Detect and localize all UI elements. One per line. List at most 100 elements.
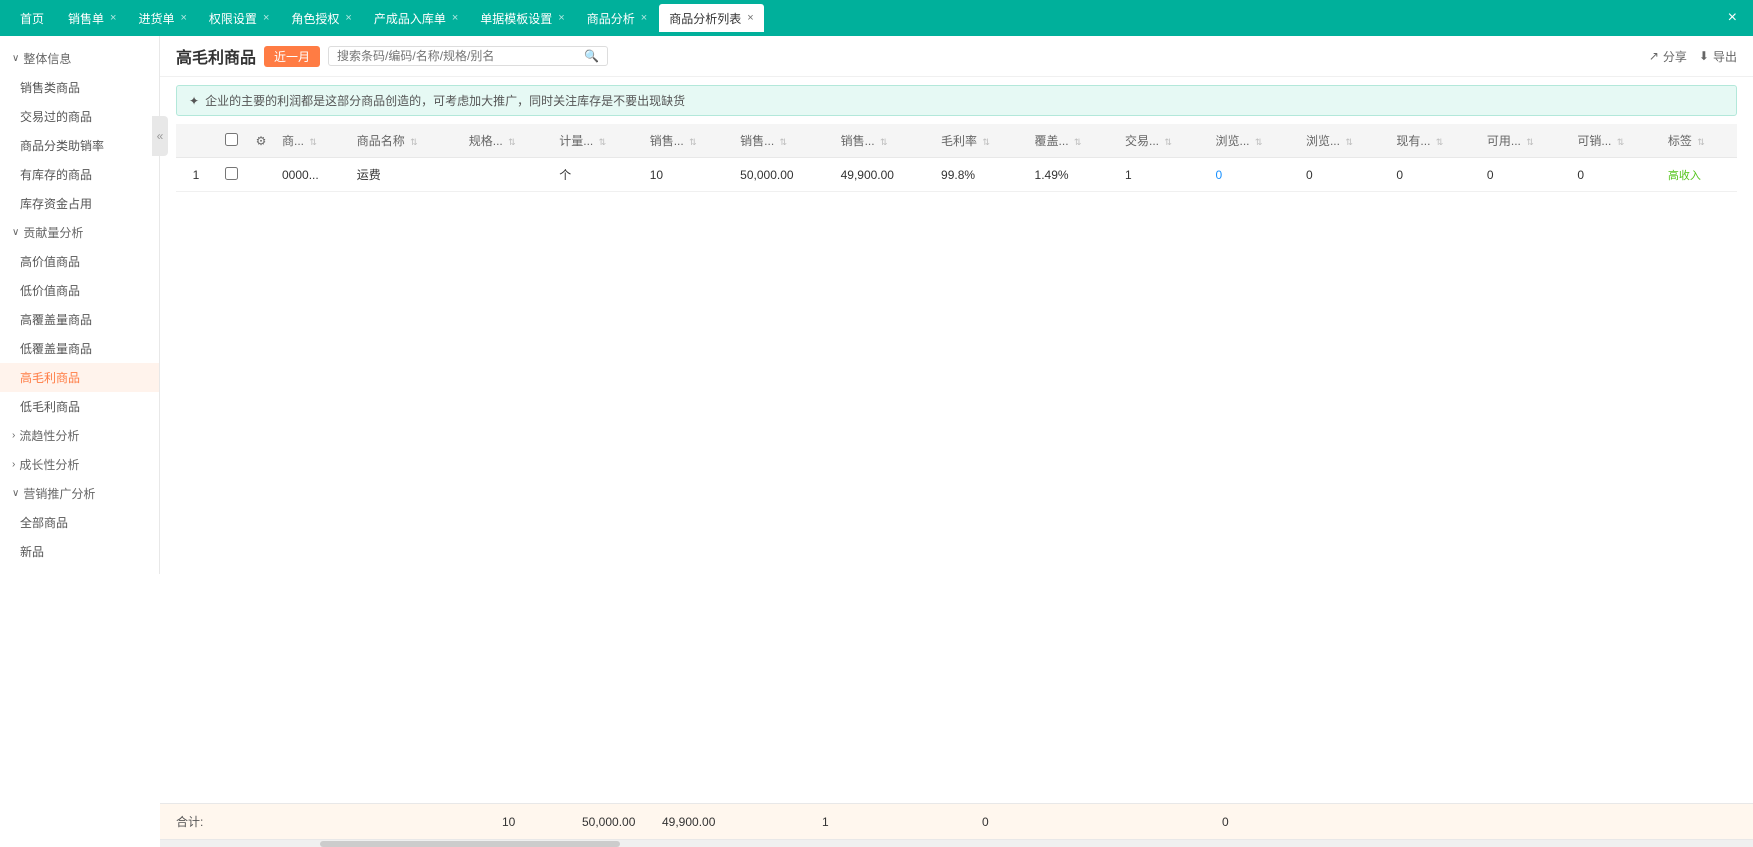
footer-empty1 <box>256 815 496 829</box>
sort-icon-sales-amt: ⇅ <box>780 137 788 147</box>
sort-icon-code: ⇅ <box>309 137 317 147</box>
sidebar-group-contribution[interactable]: ∨ 贡献量分析 <box>0 218 159 247</box>
close-tab-analysis-list[interactable]: × <box>747 12 753 24</box>
sidebar-item-category-rate[interactable]: 商品分类助销率 <box>0 131 159 160</box>
close-tab-roles[interactable]: × <box>345 12 351 24</box>
cell-sales-cost: 49,900.00 <box>835 158 935 192</box>
sidebar-item-high-coverage[interactable]: 高覆盖量商品 <box>0 305 159 334</box>
sidebar-item-traded-goods[interactable]: 交易过的商品 <box>0 102 159 131</box>
cell-browse1[interactable]: 0 <box>1209 158 1299 192</box>
nav-home[interactable]: 首页 <box>8 4 56 32</box>
sort-icon-saleable: ⇅ <box>1617 137 1625 147</box>
th-browse1[interactable]: 浏览... ⇅ <box>1209 124 1299 158</box>
sort-icon-current: ⇅ <box>1436 137 1444 147</box>
cell-unit: 个 <box>553 158 643 192</box>
close-all-tabs[interactable]: × <box>1720 9 1745 27</box>
sort-icon-coverage: ⇅ <box>1074 137 1082 147</box>
banner-icon: ✦ <box>189 94 199 108</box>
export-icon: ⬇ <box>1699 49 1709 63</box>
sidebar-item-high-value[interactable]: 高价值商品 <box>0 247 159 276</box>
time-filter-btn[interactable]: 近一月 <box>264 46 320 67</box>
sidebar-item-capital[interactable]: 库存资金占用 <box>0 189 159 218</box>
row-checkbox[interactable] <box>225 167 238 180</box>
th-spec-label: 规格... <box>469 134 503 148</box>
th-spec[interactable]: 规格... ⇅ <box>463 124 553 158</box>
sidebar-item-new-goods[interactable]: 新品 <box>0 537 159 566</box>
th-current[interactable]: 现有... ⇅ <box>1390 124 1480 158</box>
cell-browse2: 0 <box>1300 158 1390 192</box>
th-settings[interactable]: ⚙ <box>246 124 276 158</box>
nav-tab-purchase[interactable]: 进货单 × <box>128 4 196 32</box>
close-tab-permissions[interactable]: × <box>263 12 269 24</box>
close-tab-analysis[interactable]: × <box>641 12 647 24</box>
close-tab-sales[interactable]: × <box>110 12 116 24</box>
footer-empty4 <box>1056 815 1136 829</box>
search-input[interactable] <box>337 49 580 63</box>
nav-tab-analysis[interactable]: 商品分析 × <box>577 4 657 32</box>
sidebar-item-all-goods[interactable]: 全部商品 <box>0 508 159 537</box>
th-name[interactable]: 商品名称 ⇅ <box>351 124 463 158</box>
arrow-marketing: ∨ <box>12 488 19 499</box>
nav-tab-permissions[interactable]: 权限设置 × <box>199 4 279 32</box>
sidebar-item-sales-goods[interactable]: 销售类商品 <box>0 73 159 102</box>
bottom-scrollbar[interactable] <box>160 839 1753 847</box>
scrollbar-thumb[interactable] <box>320 841 620 847</box>
search-icon[interactable]: 🔍 <box>584 49 599 63</box>
th-unit-label: 计量... <box>559 134 593 148</box>
export-btn[interactable]: ⬇ 导出 <box>1699 48 1737 65</box>
page-title: 高毛利商品 <box>176 44 256 68</box>
th-gross-rate[interactable]: 毛利率 ⇅ <box>935 124 1029 158</box>
arrow-contribution: ∨ <box>12 227 19 238</box>
th-sales-amt[interactable]: 销售... ⇅ <box>734 124 834 158</box>
table-row: 1 0000... 运费 个 10 50,000.00 49,900.00 99… <box>176 158 1737 192</box>
th-sales-qty[interactable]: 销售... ⇅ <box>644 124 734 158</box>
th-tag-label: 标签 <box>1668 134 1692 148</box>
sidebar-item-low-margin[interactable]: 低毛利商品 <box>0 392 159 421</box>
footer-saleable: 0 <box>1216 815 1296 829</box>
th-saleable[interactable]: 可销... ⇅ <box>1571 124 1661 158</box>
group-label-trend: 流趋性分析 <box>19 427 79 444</box>
sort-icon-sales-qty: ⇅ <box>689 137 697 147</box>
cell-check[interactable] <box>216 158 246 192</box>
sort-icon-sales-cost: ⇅ <box>880 137 888 147</box>
th-coverage[interactable]: 覆盖... ⇅ <box>1029 124 1119 158</box>
sidebar-item-high-margin[interactable]: 高毛利商品 <box>0 363 159 392</box>
settings-icon: ⚙ <box>256 134 267 148</box>
sort-icon-gross-rate: ⇅ <box>982 137 990 147</box>
footer-empty3 <box>896 815 976 829</box>
th-sales-cost[interactable]: 销售... ⇅ <box>835 124 935 158</box>
th-code[interactable]: 商... ⇅ <box>276 124 351 158</box>
nav-tab-sales[interactable]: 销售单 × <box>58 4 126 32</box>
th-unit[interactable]: 计量... ⇅ <box>553 124 643 158</box>
group-label-overall: 整体信息 <box>23 50 71 67</box>
th-tag[interactable]: 标签 ⇅ <box>1662 124 1737 158</box>
share-icon: ↗ <box>1649 49 1659 63</box>
browse1-link[interactable]: 0 <box>1215 168 1222 182</box>
sidebar-group-trend[interactable]: › 流趋性分析 <box>0 421 159 450</box>
sidebar-group-marketing[interactable]: ∨ 营销推广分析 <box>0 479 159 508</box>
sidebar: ∨ 整体信息 销售类商品 交易过的商品 商品分类助销率 有库存的商品 库存资金占… <box>0 36 160 574</box>
cell-current: 0 <box>1390 158 1480 192</box>
close-tab-template[interactable]: × <box>558 12 564 24</box>
footer-sales-cost: 49,900.00 <box>656 815 736 829</box>
sidebar-item-in-stock[interactable]: 有库存的商品 <box>0 160 159 189</box>
nav-tab-analysis-list[interactable]: 商品分析列表 × <box>659 4 763 32</box>
sidebar-item-low-value[interactable]: 低价值商品 <box>0 276 159 305</box>
share-label: 分享 <box>1663 48 1687 65</box>
footer-browse2: 0 <box>976 815 1056 829</box>
th-trade[interactable]: 交易... ⇅ <box>1119 124 1209 158</box>
th-available[interactable]: 可用... ⇅ <box>1481 124 1571 158</box>
share-btn[interactable]: ↗ 分享 <box>1649 48 1687 65</box>
close-tab-inventory[interactable]: × <box>452 12 458 24</box>
select-all-checkbox[interactable] <box>225 133 238 146</box>
th-browse2[interactable]: 浏览... ⇅ <box>1300 124 1390 158</box>
sidebar-group-overall[interactable]: ∨ 整体信息 <box>0 44 159 73</box>
sidebar-item-low-coverage[interactable]: 低覆盖量商品 <box>0 334 159 363</box>
nav-tab-template[interactable]: 单据模板设置 × <box>470 4 574 32</box>
sidebar-group-growth[interactable]: › 成长性分析 <box>0 450 159 479</box>
close-tab-purchase[interactable]: × <box>180 12 186 24</box>
sidebar-collapse-btn[interactable]: « <box>152 116 168 156</box>
search-box: 🔍 <box>328 46 608 66</box>
nav-tab-roles[interactable]: 角色授权 × <box>281 4 361 32</box>
nav-tab-inventory[interactable]: 产成品入库单 × <box>364 4 468 32</box>
